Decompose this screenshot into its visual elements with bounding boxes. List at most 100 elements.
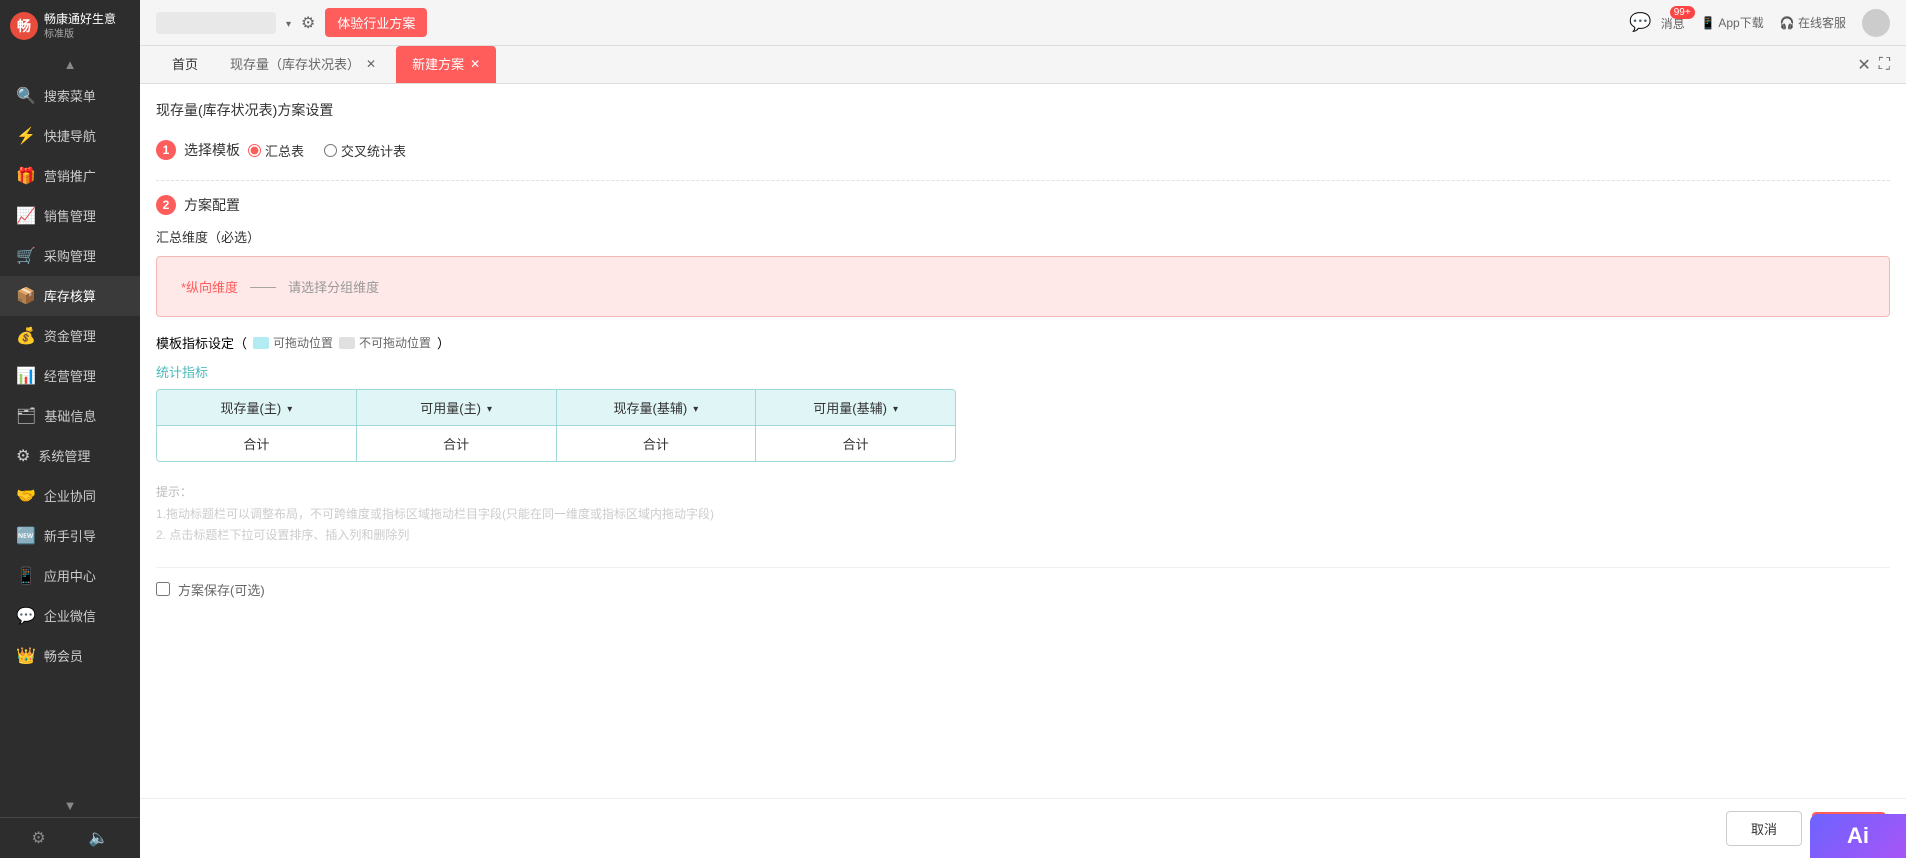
sidebar-item-member[interactable]: 👑 畅会员	[0, 636, 140, 676]
tab-home[interactable]: 首页	[156, 46, 214, 83]
sidebar-item-label: 新手引导	[44, 526, 96, 545]
sidebar-item-search[interactable]: 🔍 搜索菜单	[0, 76, 140, 116]
cross-radio[interactable]	[324, 144, 337, 157]
non-draggable-legend: 不可拖动位置	[339, 334, 431, 351]
sidebar-item-purchase[interactable]: 🛒 采购管理	[0, 236, 140, 276]
step1-header: 1 选择模板 汇总表 交叉统计表	[156, 140, 1890, 160]
tab-new-plan[interactable]: 新建方案 ✕	[396, 46, 496, 83]
sidebar-scroll-up[interactable]: ▲	[0, 53, 140, 76]
sidebar-footer: ⚙ 🔈	[0, 817, 140, 858]
sidebar-item-new-guide[interactable]: 🆕 新手引导	[0, 516, 140, 556]
step2-section: 2 方案配置 汇总维度（必选） *纵向维度 —— 请选择分组维度 模板指标设定（	[156, 195, 1890, 547]
sidebar-item-sales[interactable]: 📈 销售管理	[0, 196, 140, 236]
app-name: 畅康通好生意	[44, 12, 116, 28]
sidebar-item-basic-info[interactable]: 🗂 基础信息	[0, 396, 140, 436]
step1-number: 1	[156, 140, 176, 160]
summary-radio-label[interactable]: 汇总表	[248, 141, 304, 160]
inventory-icon: 📦	[16, 286, 36, 306]
sidebar-item-label: 企业协同	[44, 486, 96, 505]
dimension-placeholder[interactable]: 请选择分组维度	[288, 277, 379, 296]
save-checkbox[interactable]	[156, 582, 170, 596]
tips-section: 提示： 1.拖动标题栏可以调整布局，不可跨维度或指标区域拖动栏目字段(只能在同一…	[156, 482, 1890, 547]
stats-header-cell-1[interactable]: 现存量(主)	[157, 390, 357, 425]
stats-data-cell-2: 合计	[357, 426, 557, 461]
sidebar-item-label: 采购管理	[44, 246, 96, 265]
sidebar-item-label: 库存核算	[44, 286, 96, 305]
app-download-link[interactable]: 📱 App下载	[1701, 14, 1764, 31]
new-plan-tab-close[interactable]: ✕	[470, 57, 480, 71]
sidebar-item-enterprise[interactable]: 🤝 企业协同	[0, 476, 140, 516]
online-service-link[interactable]: 🎧 在线客服	[1780, 14, 1846, 31]
indicator-label-row: 模板指标设定（ 可拖动位置 不可拖动位置 ）	[156, 333, 1890, 352]
draggable-legend-label: 可拖动位置	[273, 334, 333, 351]
panel-expand-btn[interactable]: ⛶	[1879, 56, 1890, 74]
message-label: 消息	[1661, 17, 1685, 31]
stats-header-cell-4[interactable]: 可用量(基辅)	[756, 390, 955, 425]
sidebar-item-label: 企业微信	[44, 606, 96, 625]
indicator-subsection: 模板指标设定（ 可拖动位置 不可拖动位置 ） 统计指标 现存	[156, 333, 1890, 462]
stats-header-cell-2[interactable]: 可用量(主)	[357, 390, 557, 425]
enterprise-icon: 🤝	[16, 486, 36, 506]
sidebar-item-app-center[interactable]: 📱 应用中心	[0, 556, 140, 596]
indicator-label: 模板指标设定（	[156, 333, 247, 352]
summary-radio[interactable]	[248, 144, 261, 157]
system-icon: ⚙	[16, 446, 30, 466]
new-plan-tab-label: 新建方案	[412, 54, 464, 73]
col1-dropdown-icon[interactable]	[287, 400, 292, 415]
message-area[interactable]: 💬 99+ 消息	[1629, 12, 1684, 33]
dimension-label: 汇总维度（必选）	[156, 227, 1890, 246]
sidebar: 畅 畅康通好生意 标准版 ▲ 🔍 搜索菜单 ⚡ 快捷导航 🎁 营销推广 📈 销售…	[0, 0, 140, 858]
cross-radio-label[interactable]: 交叉统计表	[324, 141, 406, 160]
col1-label: 现存量(主)	[221, 398, 282, 417]
dimension-subsection: 汇总维度（必选） *纵向维度 —— 请选择分组维度	[156, 227, 1890, 317]
message-icon: 💬	[1629, 12, 1651, 32]
topbar-right: 💬 99+ 消息 📱 App下载 🎧 在线客服	[1629, 9, 1890, 37]
col4-dropdown-icon[interactable]	[893, 400, 898, 415]
sidebar-item-marketing[interactable]: 🎁 营销推广	[0, 156, 140, 196]
sidebar-item-label: 基础信息	[44, 406, 96, 425]
purchase-icon: 🛒	[16, 246, 36, 266]
sidebar-item-finance[interactable]: 💰 资金管理	[0, 316, 140, 356]
experience-btn[interactable]: 体验行业方案	[325, 8, 427, 37]
sidebar-item-quick-nav[interactable]: ⚡ 快捷导航	[0, 116, 140, 156]
volume-icon[interactable]: 🔈	[89, 828, 109, 848]
sidebar-item-operations[interactable]: 📊 经营管理	[0, 356, 140, 396]
sales-icon: 📈	[16, 206, 36, 226]
topbar-gear-icon[interactable]: ⚙	[301, 13, 315, 33]
search-icon: 🔍	[16, 86, 36, 106]
sidebar-nav: 🔍 搜索菜单 ⚡ 快捷导航 🎁 营销推广 📈 销售管理 🛒 采购管理 📦 库存核…	[0, 76, 140, 794]
tip-item-2: 2. 点击标题栏下拉可设置排序、插入列和删除列	[156, 525, 1890, 547]
settings-icon[interactable]: ⚙	[31, 828, 45, 848]
tab-inventory-status[interactable]: 现存量（库存状况表） ✕	[214, 46, 392, 83]
sidebar-item-label: 畅会员	[44, 646, 83, 665]
message-badge: 99+	[1670, 6, 1695, 19]
sidebar-item-system[interactable]: ⚙ 系统管理	[0, 436, 140, 476]
stats-header-row: 现存量(主) 可用量(主) 现存量(基辅) 可用量(基辅)	[157, 390, 955, 425]
ai-badge-label: Ai	[1847, 823, 1869, 849]
cancel-button[interactable]: 取消	[1726, 811, 1802, 846]
stats-data-cell-4: 合计	[756, 426, 955, 461]
ai-badge[interactable]: Ai	[1810, 814, 1906, 858]
app-version: 标准版	[44, 28, 116, 41]
save-label: 方案保存(可选)	[178, 580, 265, 599]
sidebar-item-wechat[interactable]: 💬 企业微信	[0, 596, 140, 636]
user-avatar[interactable]	[1862, 9, 1890, 37]
app-center-icon: 📱	[16, 566, 36, 586]
col2-dropdown-icon[interactable]	[487, 400, 492, 415]
stats-header-cell-3[interactable]: 现存量(基辅)	[557, 390, 757, 425]
col3-dropdown-icon[interactable]	[693, 400, 698, 415]
stats-data-row: 合计 合计 合计 合计	[157, 425, 955, 461]
sidebar-scroll-down[interactable]: ▼	[0, 794, 140, 817]
draggable-legend-box	[253, 337, 269, 349]
summary-radio-text: 汇总表	[265, 141, 304, 160]
sidebar-item-label: 应用中心	[44, 566, 96, 585]
inventory-status-tab-close[interactable]: ✕	[366, 57, 376, 71]
draggable-legend: 可拖动位置	[253, 334, 333, 351]
topbar-dropdown[interactable]	[286, 16, 291, 30]
topbar-search-input[interactable]	[156, 12, 276, 34]
new-guide-icon: 🆕	[16, 526, 36, 546]
panel-close-btn[interactable]: ✕	[1857, 55, 1870, 75]
template-radio-group: 汇总表 交叉统计表	[248, 141, 406, 160]
sidebar-item-inventory[interactable]: 📦 库存核算	[0, 276, 140, 316]
sidebar-item-label: 营销推广	[44, 166, 96, 185]
